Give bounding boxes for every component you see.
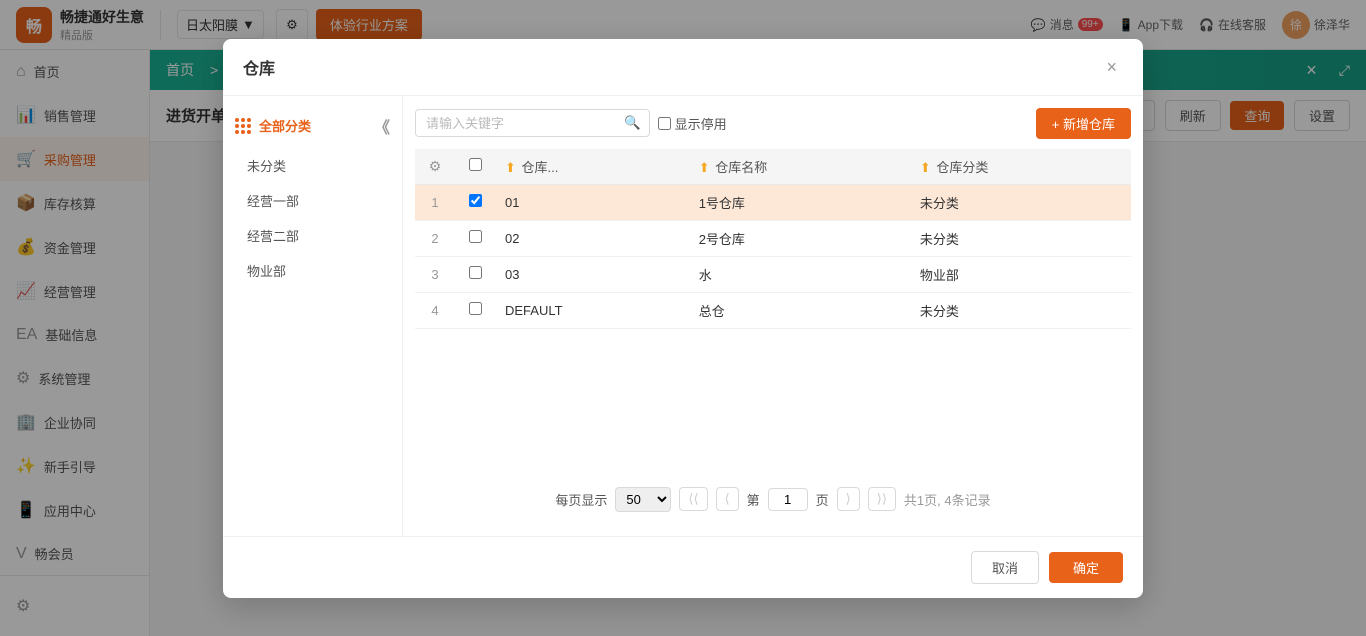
next-page-btn[interactable]: ⟩ xyxy=(837,487,860,511)
table-row[interactable]: 1 01 1号仓库 未分类 xyxy=(415,184,1131,220)
cell-name: 2号仓库 xyxy=(689,220,910,256)
show-disabled-checkbox[interactable] xyxy=(658,117,671,130)
search-input-wrap: 🔍 xyxy=(415,109,650,137)
col-name: ⬆ 仓库名称 xyxy=(689,149,910,185)
row-checkbox-3[interactable] xyxy=(469,302,482,315)
table-toolbar: 🔍 显示停用 + 新增仓库 xyxy=(415,108,1131,139)
col-category: ⬆ 仓库分类 xyxy=(910,149,1131,185)
first-page-btn[interactable]: ⟨⟨ xyxy=(679,487,707,511)
category-item-0[interactable]: 未分类 xyxy=(223,148,402,183)
modal-header: 仓库 × xyxy=(223,50,1143,96)
table-row[interactable]: 2 02 2号仓库 未分类 xyxy=(415,220,1131,256)
show-disabled-label: 显示停用 xyxy=(675,114,727,133)
category-list: 未分类经营一部经营二部物业部 xyxy=(223,148,402,288)
row-checkbox-2[interactable] xyxy=(469,266,482,279)
main-content: 首页 > 进货开单 × ⤢ 进货开单 按以下条件筛选 打印 导出 刷新 查询 设… xyxy=(150,50,1366,636)
table-row[interactable]: 3 03 水 物业部 xyxy=(415,256,1131,292)
cell-num: 2 xyxy=(415,220,455,256)
cell-code: 03 xyxy=(495,256,689,292)
sort-icon-category: ⬆ xyxy=(920,160,931,175)
table-row[interactable]: 4 DEFAULT 总仓 未分类 xyxy=(415,292,1131,328)
cell-category: 物业部 xyxy=(910,256,1131,292)
cancel-btn[interactable]: 取消 xyxy=(971,551,1039,584)
category-panel: 全部分类 《 未分类经营一部经营二部物业部 xyxy=(223,96,403,536)
col-settings-icon[interactable]: ⚙ xyxy=(429,158,442,174)
category-item-1[interactable]: 经营一部 xyxy=(223,183,402,218)
sort-icon-code: ⬆ xyxy=(505,160,516,175)
cell-name: 1号仓库 xyxy=(689,184,910,220)
all-category[interactable]: 全部分类 xyxy=(235,116,311,135)
page-label: 第 xyxy=(747,490,760,509)
col-checkbox-header xyxy=(455,149,495,185)
prev-page-btn[interactable]: ⟨ xyxy=(716,487,739,511)
modal-body: 全部分类 《 未分类经营一部经营二部物业部 xyxy=(223,96,1143,536)
row-checkbox-1[interactable] xyxy=(469,230,482,243)
page-size-select[interactable]: 50 10 20 100 xyxy=(615,487,671,512)
cell-code: DEFAULT xyxy=(495,292,689,328)
show-disabled-wrap: 显示停用 xyxy=(658,114,727,133)
modal-footer: 取消 确定 xyxy=(223,536,1143,598)
confirm-btn[interactable]: 确定 xyxy=(1049,552,1123,583)
add-warehouse-btn[interactable]: + 新增仓库 xyxy=(1036,108,1131,139)
category-item-3[interactable]: 物业部 xyxy=(223,253,402,288)
page-size-label: 每页显示 xyxy=(555,490,607,509)
layout: ⌂首页📊销售管理🛒采购管理📦库存核算💰资金管理📈经营管理EA基础信息⚙系统管理🏢… xyxy=(0,50,1366,636)
col-settings: ⚙ xyxy=(415,149,455,185)
total-text: 共1页, 4条记录 xyxy=(904,490,991,509)
cell-code: 01 xyxy=(495,184,689,220)
table-container: ⚙ ⬆ 仓库... xyxy=(415,149,1131,475)
warehouse-table: ⚙ ⬆ 仓库... xyxy=(415,149,1131,329)
category-item-2[interactable]: 经营二部 xyxy=(223,218,402,253)
cell-checkbox xyxy=(455,220,495,256)
search-area: 🔍 显示停用 xyxy=(415,109,727,137)
cell-checkbox xyxy=(455,256,495,292)
cell-num: 3 xyxy=(415,256,455,292)
last-page-btn[interactable]: ⟩⟩ xyxy=(868,487,896,511)
modal-overlay: 仓库 × xyxy=(150,50,1366,636)
modal-title: 仓库 xyxy=(243,55,275,79)
cell-code: 02 xyxy=(495,220,689,256)
cell-num: 4 xyxy=(415,292,455,328)
warehouse-modal: 仓库 × xyxy=(223,50,1143,598)
cell-category: 未分类 xyxy=(910,292,1131,328)
page-input[interactable] xyxy=(768,488,808,511)
cell-checkbox xyxy=(455,184,495,220)
cell-num: 1 xyxy=(415,184,455,220)
search-input[interactable] xyxy=(416,111,616,136)
cell-category: 未分类 xyxy=(910,184,1131,220)
select-all-checkbox[interactable] xyxy=(469,158,482,171)
sort-icon-name: ⬆ xyxy=(699,160,710,175)
table-header-row: ⚙ ⬆ 仓库... xyxy=(415,149,1131,185)
table-head: ⚙ ⬆ 仓库... xyxy=(415,149,1131,185)
collapse-panel-btn[interactable]: 《 xyxy=(374,114,390,138)
cell-category: 未分类 xyxy=(910,220,1131,256)
category-header: 全部分类 《 xyxy=(223,108,402,148)
grid-icon xyxy=(235,118,251,134)
cell-checkbox xyxy=(455,292,495,328)
cell-name: 总仓 xyxy=(689,292,910,328)
row-checkbox-0[interactable] xyxy=(469,194,482,207)
col-code: ⬆ 仓库... xyxy=(495,149,689,185)
table-panel: 🔍 显示停用 + 新增仓库 xyxy=(403,96,1143,536)
table-body: 1 01 1号仓库 未分类 2 02 2号仓库 未分类 3 03 水 物业部 4 xyxy=(415,184,1131,328)
search-btn[interactable]: 🔍 xyxy=(616,110,649,136)
pagination: 每页显示 50 10 20 100 ⟨⟨ ⟨ 第 页 xyxy=(415,475,1131,524)
cell-name: 水 xyxy=(689,256,910,292)
page-unit: 页 xyxy=(816,490,829,509)
modal-close-btn[interactable]: × xyxy=(1100,56,1123,78)
